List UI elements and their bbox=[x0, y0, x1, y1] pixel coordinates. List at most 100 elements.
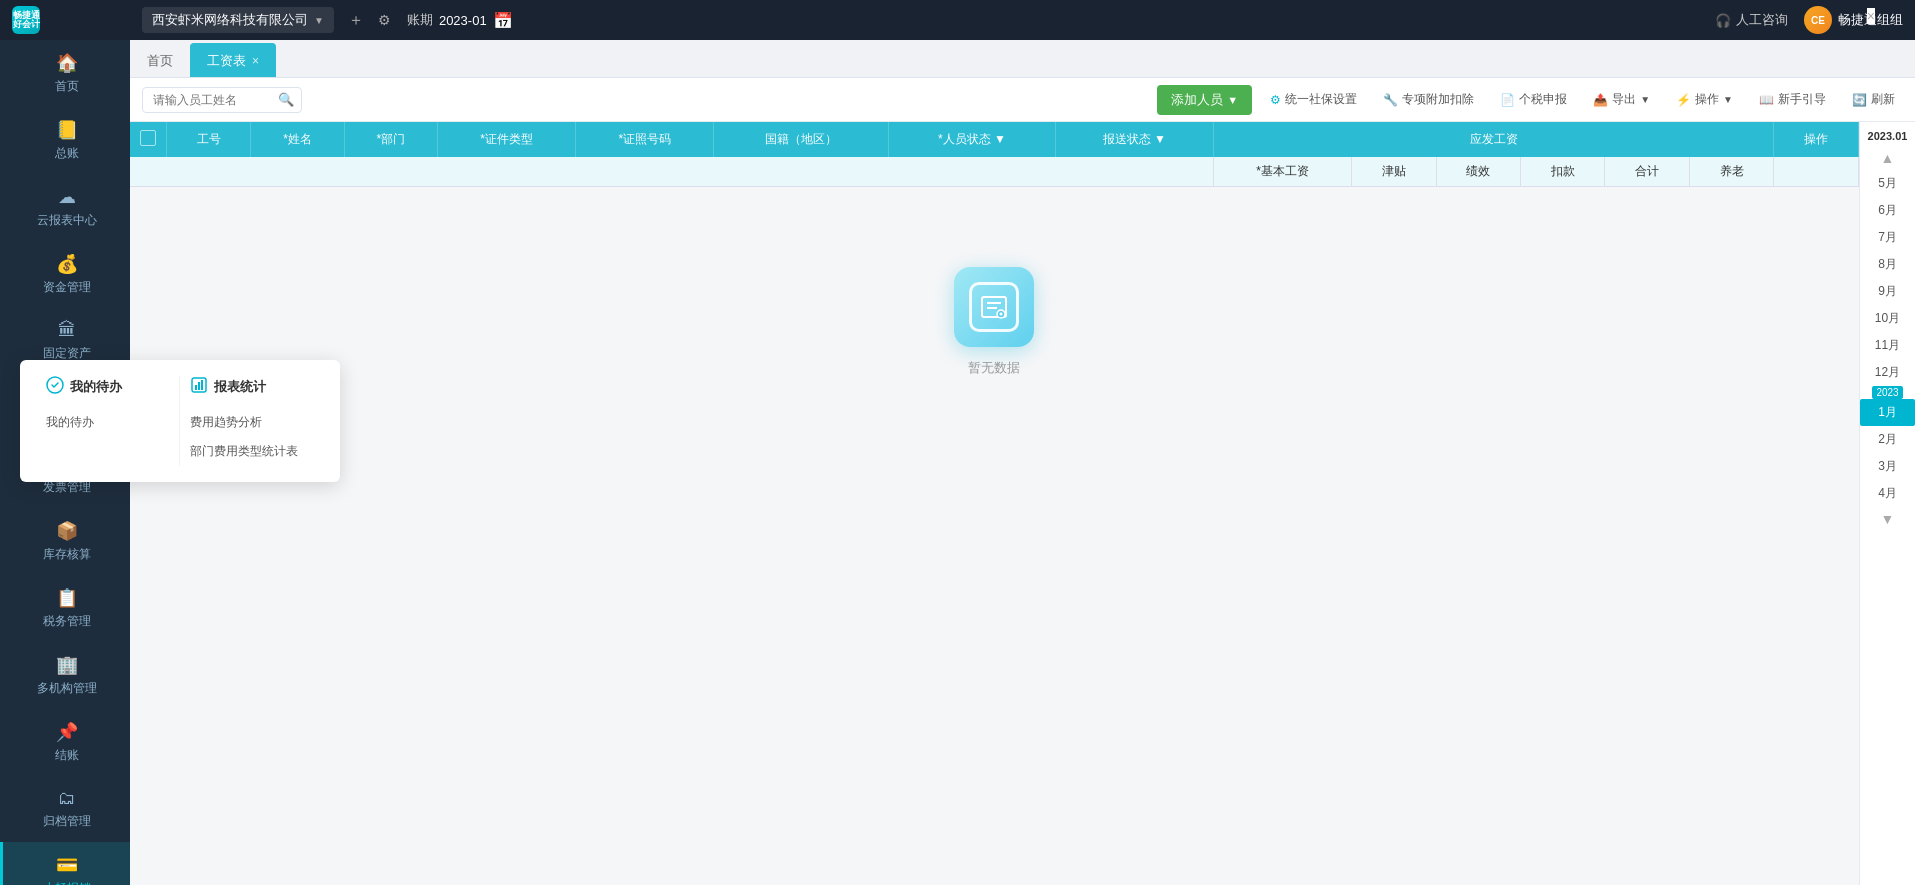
todo-item[interactable]: 我的待办 bbox=[46, 408, 169, 437]
month-item-11[interactable]: 11月 bbox=[1860, 332, 1915, 359]
operation-label: 操作 bbox=[1695, 91, 1719, 108]
fund-icon: 💰 bbox=[56, 253, 78, 275]
cost-trend-item[interactable]: 费用趋势分析 bbox=[190, 408, 314, 437]
th-total: 合计 bbox=[1605, 157, 1689, 187]
tax-return-action[interactable]: 📄 个税申报 bbox=[1492, 87, 1575, 112]
month-item-6[interactable]: 6月 bbox=[1860, 197, 1915, 224]
month-item-9[interactable]: 9月 bbox=[1860, 278, 1915, 305]
empty-icon-inner bbox=[969, 282, 1019, 332]
sidebar-label-fund: 资金管理 bbox=[43, 279, 91, 296]
tab-close-icon[interactable]: × bbox=[252, 54, 259, 68]
customer-service-button[interactable]: 🎧 人工咨询 bbox=[1715, 11, 1788, 29]
toolbar: 🔍 添加人员 ▼ ⚙ 统一社保设置 🔧 专项附加扣除 📄 个税申报 📤 导出 bbox=[130, 78, 1915, 122]
dept-cost-item[interactable]: 部门费用类型统计表 bbox=[190, 437, 314, 466]
avatar-initials: CE bbox=[1811, 15, 1825, 26]
operation-action[interactable]: ⚡ 操作 ▼ bbox=[1668, 87, 1741, 112]
month-item-3[interactable]: 3月 bbox=[1860, 453, 1915, 480]
svg-rect-8 bbox=[195, 385, 197, 390]
month-item-5[interactable]: 5月 bbox=[1860, 170, 1915, 197]
th-check[interactable] bbox=[130, 122, 167, 157]
todo-icon bbox=[46, 376, 64, 398]
popup-section-todo-title: 我的待办 bbox=[46, 376, 169, 398]
sidebar-item-closing[interactable]: 📌 结账 bbox=[0, 709, 130, 776]
period-label: 账期 bbox=[407, 11, 433, 29]
empty-svg bbox=[979, 292, 1009, 322]
month-item-2[interactable]: 2月 bbox=[1860, 426, 1915, 453]
inventory-icon: 📦 bbox=[56, 520, 78, 542]
calendar-icon[interactable]: 📅 bbox=[493, 11, 513, 30]
sidebar-label-home: 首页 bbox=[55, 78, 79, 95]
company-arrow-icon: ▼ bbox=[314, 15, 324, 26]
home-icon: 🏠 bbox=[56, 52, 78, 74]
content-area: 首页 工资表 × × 🔍 添加人员 ▼ ⚙ 统一社保设置 🔧 bbox=[130, 40, 1915, 885]
popup-grid: 我的待办 我的待办 报表统计 费用趋势分析 部门费用类型统计表 bbox=[36, 376, 324, 466]
sidebar-label-tax: 税务管理 bbox=[43, 613, 91, 630]
company-selector[interactable]: 西安虾米网络科技有限公司 ▼ bbox=[142, 7, 334, 33]
th-op-sub bbox=[1774, 157, 1859, 187]
guide-label: 新手引导 bbox=[1778, 91, 1826, 108]
sidebar-label-inventory: 库存核算 bbox=[43, 546, 91, 563]
popup-col-todo: 我的待办 我的待办 bbox=[36, 376, 180, 466]
month-item-8[interactable]: 8月 bbox=[1860, 251, 1915, 278]
sidebar-item-tax[interactable]: 📋 税务管理 bbox=[0, 575, 130, 642]
tax-return-icon: 📄 bbox=[1500, 93, 1515, 107]
month-panel-header: 2023.01 bbox=[1868, 126, 1908, 146]
th-nationality: 国籍（地区） bbox=[714, 122, 889, 157]
month-item-4[interactable]: 4月 bbox=[1860, 480, 1915, 507]
tab-salary-table[interactable]: 工资表 × bbox=[190, 43, 276, 77]
fixed-asset-icon: 🏛 bbox=[58, 320, 76, 341]
top-bar: 畅捷通好会计 西安虾米网络科技有限公司 ▼ ＋ ⚙ 账期 2023-01 📅 🎧… bbox=[0, 0, 1915, 40]
select-all-checkbox[interactable] bbox=[140, 130, 156, 146]
month-item-1[interactable]: 1月 bbox=[1860, 399, 1915, 426]
sidebar-item-home[interactable]: 🏠 首页 bbox=[0, 40, 130, 107]
month-up-nav[interactable]: ▲ bbox=[1877, 146, 1899, 170]
archive-icon: 🗂 bbox=[58, 788, 76, 809]
logo-area: 畅捷通好会计 bbox=[12, 6, 132, 34]
popup-menu: 我的待办 我的待办 报表统计 费用趋势分析 部门费用类型统计表 bbox=[20, 360, 340, 482]
sidebar-item-expense[interactable]: 💳 小畅报销 ◀ bbox=[0, 842, 130, 885]
social-security-label: 统一社保设置 bbox=[1285, 91, 1357, 108]
sidebar-item-cloud-report[interactable]: ☁ 云报表中心 bbox=[0, 174, 130, 241]
tab-bar: 首页 工资表 × × bbox=[130, 40, 1915, 78]
export-label: 导出 bbox=[1612, 91, 1636, 108]
logo-text: 畅捷通好会计 bbox=[13, 11, 40, 29]
th-pension: 养老 bbox=[1689, 157, 1773, 187]
th-empty-sub bbox=[130, 157, 1213, 187]
popup-section-report-title: 报表统计 bbox=[190, 376, 314, 398]
special-deduction-icon: 🔧 bbox=[1383, 93, 1398, 107]
tab-home[interactable]: 首页 bbox=[130, 43, 190, 77]
closing-icon: 📌 bbox=[56, 721, 78, 743]
month-down-nav[interactable]: ▼ bbox=[1877, 507, 1899, 531]
sidebar-item-ledger[interactable]: 📒 总账 bbox=[0, 107, 130, 174]
tax-icon: 📋 bbox=[56, 587, 78, 609]
month-item-10[interactable]: 10月 bbox=[1860, 305, 1915, 332]
guide-action[interactable]: 📖 新手引导 bbox=[1751, 87, 1834, 112]
export-action[interactable]: 📤 导出 ▼ bbox=[1585, 87, 1658, 112]
sidebar-item-fund[interactable]: 💰 资金管理 bbox=[0, 241, 130, 308]
export-arrow-icon: ▼ bbox=[1640, 94, 1650, 105]
month-item-7[interactable]: 7月 bbox=[1860, 224, 1915, 251]
th-report-status: 报送状态 ▼ bbox=[1055, 122, 1213, 157]
settings-icon[interactable]: ⚙ bbox=[378, 12, 391, 28]
th-salary-group: 应发工资 bbox=[1213, 122, 1774, 157]
sidebar-item-multi-org[interactable]: 🏢 多机构管理 bbox=[0, 642, 130, 709]
th-allowance: 津贴 bbox=[1352, 157, 1436, 187]
th-id-no: *证照号码 bbox=[576, 122, 714, 157]
user-avatar: CE bbox=[1804, 6, 1832, 34]
user-info[interactable]: CE 畅捷通组组 bbox=[1804, 6, 1903, 34]
add-person-button[interactable]: 添加人员 ▼ bbox=[1157, 85, 1252, 115]
month-item-12[interactable]: 12月 bbox=[1860, 359, 1915, 386]
sidebar-item-archive[interactable]: 🗂 归档管理 bbox=[0, 776, 130, 842]
ledger-icon: 📒 bbox=[56, 119, 78, 141]
sidebar-item-inventory[interactable]: 📦 库存核算 bbox=[0, 508, 130, 575]
report-icon bbox=[190, 376, 208, 398]
special-deduction-action[interactable]: 🔧 专项附加扣除 bbox=[1375, 87, 1482, 112]
guide-icon: 📖 bbox=[1759, 93, 1774, 107]
th-name: *姓名 bbox=[251, 122, 344, 157]
refresh-action[interactable]: 🔄 刷新 bbox=[1844, 87, 1903, 112]
social-security-action[interactable]: ⚙ 统一社保设置 bbox=[1262, 87, 1365, 112]
th-deduction: 扣款 bbox=[1521, 157, 1605, 187]
year-badge: 2023 bbox=[1872, 386, 1902, 399]
search-icon: 🔍 bbox=[278, 92, 294, 107]
add-company-icon[interactable]: ＋ bbox=[348, 10, 364, 31]
